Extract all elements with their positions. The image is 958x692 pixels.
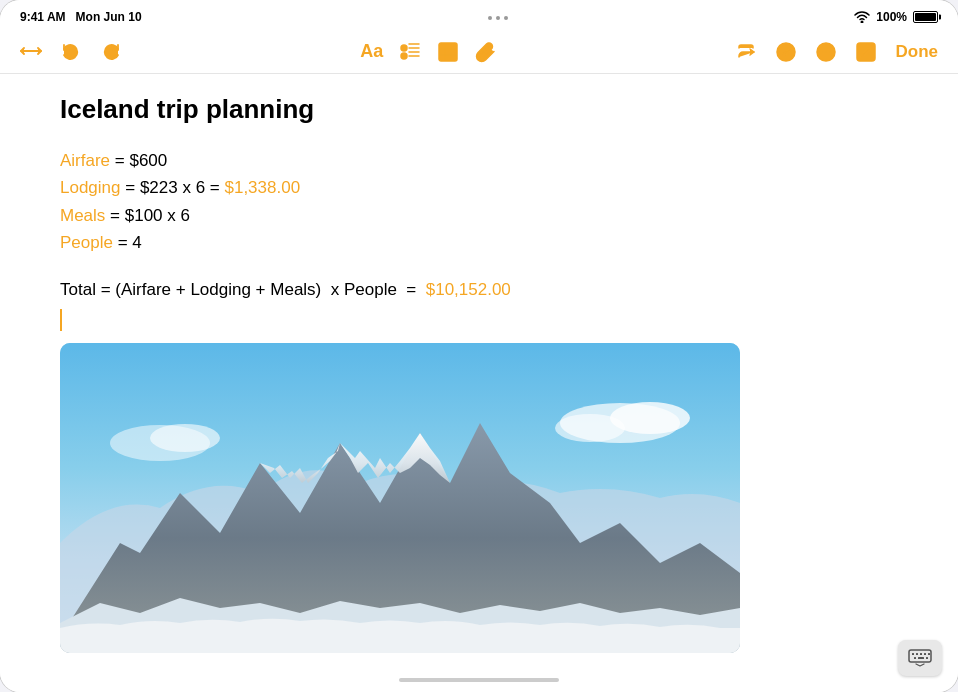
- svg-rect-27: [920, 653, 922, 655]
- toolbar-left: [20, 41, 122, 63]
- note-title: Iceland trip planning: [60, 94, 898, 125]
- toolbar-right: Done: [735, 41, 938, 63]
- undo-icon[interactable]: [60, 41, 82, 63]
- status-bar: 9:41 AM Mon Jun 10 100%: [0, 0, 958, 30]
- ipad-frame: 9:41 AM Mon Jun 10 100%: [0, 0, 958, 692]
- toolbar: Aa: [0, 30, 958, 74]
- total-line: Total = (Airfare + Lodging + Meals) x Pe…: [60, 276, 898, 303]
- svg-rect-25: [912, 653, 914, 655]
- collapse-icon[interactable]: [20, 41, 42, 63]
- svg-rect-26: [916, 653, 918, 655]
- done-button[interactable]: Done: [895, 42, 938, 62]
- meals-line: Meals = $100 x 6: [60, 202, 898, 229]
- format-text-icon[interactable]: Aa: [360, 41, 383, 62]
- svg-point-23: [150, 424, 220, 452]
- status-date: Mon Jun 10: [76, 10, 142, 24]
- status-center-dots: [488, 14, 508, 20]
- svg-point-16: [829, 51, 831, 53]
- scroll-indicator: [399, 678, 559, 682]
- markup-icon[interactable]: [775, 41, 797, 63]
- airfare-line: Airfare = $600: [60, 147, 898, 174]
- airfare-separator: = $600: [110, 147, 167, 174]
- svg-rect-7: [439, 43, 457, 61]
- svg-rect-30: [914, 657, 916, 659]
- status-time-date: 9:41 AM Mon Jun 10: [20, 10, 142, 24]
- status-time: 9:41 AM: [20, 10, 66, 24]
- note-content: Iceland trip planning Airfare = $600 Lod…: [0, 74, 958, 692]
- svg-rect-29: [928, 653, 930, 655]
- status-right: 100%: [854, 10, 938, 24]
- svg-point-15: [825, 51, 827, 53]
- svg-point-1: [401, 45, 407, 51]
- people-line: People = 4: [60, 229, 898, 256]
- people-separator: = 4: [113, 229, 142, 256]
- lodging-label: Lodging: [60, 174, 121, 201]
- svg-rect-28: [924, 653, 926, 655]
- meals-label: Meals: [60, 202, 105, 229]
- note-lines: Airfare = $600 Lodging = $223 x 6 = $1,3…: [60, 147, 898, 256]
- text-cursor: [60, 309, 62, 331]
- svg-rect-24: [909, 650, 931, 662]
- dot-1: [488, 16, 492, 20]
- total-text: Total = (Airfare + Lodging + Meals) x Pe…: [60, 280, 416, 299]
- cursor-area: [60, 307, 898, 335]
- people-label: People: [60, 229, 113, 256]
- total-computed: $10,152.00: [421, 280, 511, 299]
- mountain-svg: [60, 343, 740, 653]
- svg-point-21: [555, 414, 625, 442]
- battery-percent: 100%: [876, 10, 907, 24]
- battery-icon: [913, 11, 938, 23]
- svg-point-2: [401, 53, 407, 59]
- redo-icon[interactable]: [100, 41, 122, 63]
- svg-rect-17: [857, 43, 875, 61]
- dot-2: [496, 16, 500, 20]
- meals-separator: = $100 x 6: [105, 202, 190, 229]
- lodging-separator: = $223 x 6 =: [121, 174, 220, 201]
- format-label: Aa: [360, 41, 383, 62]
- svg-rect-32: [926, 657, 928, 659]
- svg-point-14: [822, 51, 824, 53]
- keyboard-icon: [908, 649, 932, 667]
- battery-fill: [915, 13, 936, 21]
- lodging-line: Lodging = $223 x 6 = $1,338.00: [60, 174, 898, 201]
- table-icon[interactable]: [437, 41, 459, 63]
- airfare-label: Airfare: [60, 147, 110, 174]
- wifi-icon: [854, 11, 870, 23]
- note-image: [60, 343, 740, 653]
- keyboard-toggle-button[interactable]: [898, 640, 942, 676]
- dot-3: [504, 16, 508, 20]
- attachment-icon[interactable]: [475, 41, 497, 63]
- toolbar-center: Aa: [360, 41, 497, 63]
- edit-icon[interactable]: [855, 41, 877, 63]
- svg-rect-31: [918, 657, 924, 659]
- checklist-icon[interactable]: [399, 41, 421, 63]
- lodging-computed: $1,338.00: [220, 174, 300, 201]
- more-icon[interactable]: [815, 41, 837, 63]
- share-icon[interactable]: [735, 41, 757, 63]
